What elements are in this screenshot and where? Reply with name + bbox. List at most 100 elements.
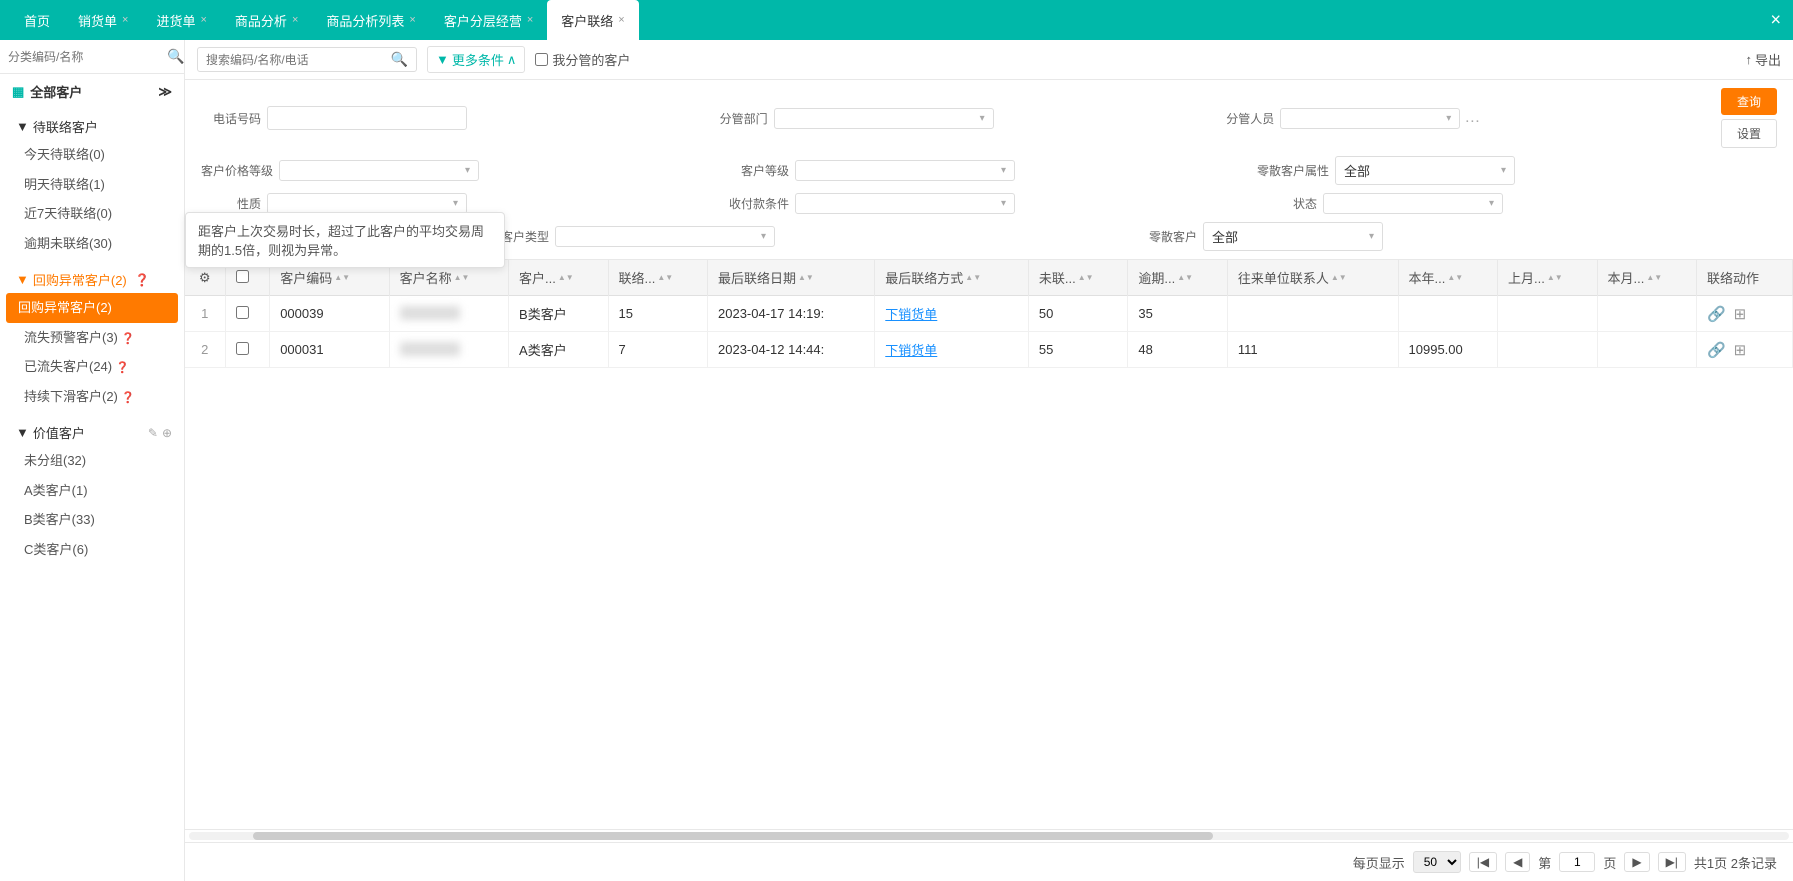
nav-item-customer-contact[interactable]: 客户联络 × <box>547 0 638 40</box>
help-icon-4[interactable]: ❓ <box>121 392 135 404</box>
nav-product-close[interactable]: × <box>292 14 298 26</box>
sidebar-item-churned[interactable]: 已流失客户(24) ❓ <box>0 352 184 382</box>
nav-product-list-close[interactable]: × <box>409 14 415 26</box>
row2-link-icon[interactable]: 🔗 <box>1707 341 1726 359</box>
sidebar-item-tomorrow[interactable]: 明天待联络(1) <box>0 170 184 200</box>
sidebar-item-declining[interactable]: 持续下滑客户(2) ❓ <box>0 382 184 412</box>
nav-item-purchase[interactable]: 进货单 × <box>142 0 220 40</box>
sidebar-item-7days[interactable]: 近7天待联络(0) <box>0 199 184 229</box>
branch-person-dots[interactable]: … <box>1464 109 1480 127</box>
row1-checkbox[interactable] <box>225 296 270 332</box>
th-unreached[interactable]: 未联... ▲▼ <box>1028 260 1127 296</box>
phone-input[interactable] <box>267 106 467 130</box>
more-filter-button[interactable]: ▼ 更多条件 ∧ <box>427 46 525 73</box>
my-customer-filter[interactable]: 我分管的客户 <box>535 50 630 69</box>
nav-purchase-close[interactable]: × <box>200 14 206 26</box>
table-settings-icon[interactable]: ⚙ <box>199 270 211 285</box>
nav-item-sales[interactable]: 销货单 × <box>64 0 142 40</box>
next-page-button[interactable]: ▶ <box>1624 852 1649 872</box>
sidebar-item-repurchase-active[interactable]: 回购异常客户(2) <box>6 293 178 323</box>
row2-last-contact-method[interactable]: 下销货单 <box>875 332 1029 368</box>
price-level-select[interactable]: ▾ <box>279 160 479 181</box>
sidebar-item-today[interactable]: 今天待联络(0) <box>0 140 184 170</box>
row2-checkbox[interactable] <box>225 332 270 368</box>
sort-customer-code[interactable]: 客户编码 ▲▼ <box>280 268 350 287</box>
row2-select[interactable] <box>236 342 249 355</box>
last-page-button[interactable]: ▶| <box>1658 852 1686 872</box>
sort-last-method[interactable]: 最后联络方式 ▲▼ <box>885 268 981 287</box>
query-button[interactable]: 查询 <box>1721 88 1777 115</box>
sidebar-item-a-class[interactable]: A类客户(1) <box>0 476 184 506</box>
branch-person-select[interactable]: ▾ <box>1280 108 1460 129</box>
sort-customer-level[interactable]: 客户... ▲▼ <box>519 268 574 287</box>
horizontal-scrollbar-area[interactable] <box>185 829 1793 842</box>
sidebar-search-icon[interactable]: 🔍 <box>167 48 184 65</box>
th-unit-contacts[interactable]: 往来单位联系人 ▲▼ <box>1227 260 1398 296</box>
help-icon-3[interactable]: ❓ <box>115 362 129 374</box>
retail-attr-select[interactable]: 全部 ▾ <box>1335 156 1515 185</box>
status-select[interactable]: ▾ <box>1323 193 1503 214</box>
row1-grid-icon[interactable]: ⊞ <box>1734 305 1747 323</box>
sort-contact-count[interactable]: 联络... ▲▼ <box>619 268 674 287</box>
nav-item-home[interactable]: 首页 <box>10 0 64 40</box>
sidebar-item-unclassified[interactable]: 未分组(32) <box>0 446 184 476</box>
nav-item-customer-segment[interactable]: 客户分层经营 × <box>430 0 547 40</box>
settings-button[interactable]: 设置 <box>1721 119 1777 148</box>
nav-segment-close[interactable]: × <box>527 14 533 26</box>
sidebar-item-c-class[interactable]: C类客户(6) <box>0 535 184 565</box>
th-last-contact-date[interactable]: 最后联络日期 ▲▼ <box>708 260 875 296</box>
nav-sales-close[interactable]: × <box>122 14 128 26</box>
hscroll-track[interactable] <box>189 832 1789 840</box>
nav-item-product-list[interactable]: 商品分析列表 × <box>312 0 429 40</box>
row1-select[interactable] <box>236 306 249 319</box>
th-last-contact-method[interactable]: 最后联络方式 ▲▼ <box>875 260 1029 296</box>
help-icon-2[interactable]: ❓ <box>121 333 135 345</box>
th-last-month[interactable]: 上月... ▲▼ <box>1498 260 1597 296</box>
customer-level-select[interactable]: ▾ <box>795 160 1015 181</box>
sidebar-item-churn-warning[interactable]: 流失预警客户(3) ❓ <box>0 323 184 353</box>
filter-search-icon[interactable]: 🔍 <box>391 51 408 68</box>
th-customer-level[interactable]: 客户... ▲▼ <box>509 260 608 296</box>
sort-this-year[interactable]: 本年... ▲▼ <box>1409 268 1464 287</box>
gender-select[interactable]: ▾ <box>267 193 467 214</box>
sidebar-item-b-class[interactable]: B类客户(33) <box>0 505 184 535</box>
hscroll-thumb[interactable] <box>253 832 1213 840</box>
my-customer-checkbox[interactable] <box>535 53 548 66</box>
prev-page-button[interactable]: ◀ <box>1505 852 1530 872</box>
sort-unreached[interactable]: 未联... ▲▼ <box>1039 268 1094 287</box>
sort-this-month[interactable]: 本月... ▲▼ <box>1608 268 1663 287</box>
row1-link-icon[interactable]: 🔗 <box>1707 305 1726 323</box>
sidebar-collapse-icon[interactable]: ≫ <box>158 84 172 100</box>
filter-search-input[interactable] <box>206 53 391 67</box>
sort-customer-name[interactable]: 客户名称 ▲▼ <box>400 268 470 287</box>
help-icon[interactable]: ❓ <box>135 273 150 287</box>
edit-icon[interactable]: ✎ <box>148 426 158 440</box>
sidebar-group-repurchase-title[interactable]: ▼ 回购异常客户(2) ❓ <box>0 266 184 293</box>
add-icon[interactable]: ⊕ <box>162 426 172 440</box>
sort-overdue[interactable]: 逾期... ▲▼ <box>1138 268 1193 287</box>
retail-customer-select[interactable]: 全部 ▾ <box>1203 222 1383 251</box>
customer-type-select[interactable]: ▾ <box>555 226 775 247</box>
sidebar-all-customers[interactable]: ▦ 全部客户 ≫ <box>0 74 184 109</box>
nav-item-product-analysis[interactable]: 商品分析 × <box>221 0 312 40</box>
sort-unit-contacts[interactable]: 往来单位联系人 ▲▼ <box>1238 268 1347 287</box>
per-page-select[interactable]: 50 <box>1413 851 1461 873</box>
window-close-button[interactable]: × <box>1770 10 1781 31</box>
row2-grid-icon[interactable]: ⊞ <box>1734 341 1747 359</box>
payment-terms-select[interactable]: ▾ <box>795 193 1015 214</box>
sort-last-date[interactable]: 最后联络日期 ▲▼ <box>718 268 814 287</box>
th-contact-count[interactable]: 联络... ▲▼ <box>608 260 707 296</box>
row1-last-contact-method[interactable]: 下销货单 <box>875 296 1029 332</box>
sidebar-item-overdue[interactable]: 逾期未联络(30) <box>0 229 184 259</box>
branch-dept-select[interactable]: ▾ <box>774 108 994 129</box>
sort-last-month[interactable]: 上月... ▲▼ <box>1508 268 1563 287</box>
th-overdue[interactable]: 逾期... ▲▼ <box>1128 260 1227 296</box>
select-all-checkbox[interactable] <box>236 270 249 283</box>
current-page-input[interactable] <box>1559 852 1595 872</box>
sidebar-search-input[interactable] <box>8 50 163 64</box>
sidebar-group-pending-title[interactable]: ▼ 待联络客户 <box>0 113 184 140</box>
th-this-year[interactable]: 本年... ▲▼ <box>1398 260 1497 296</box>
th-this-month[interactable]: 本月... ▲▼ <box>1597 260 1696 296</box>
first-page-button[interactable]: |◀ <box>1469 852 1497 872</box>
export-button[interactable]: ↑ 导出 <box>1745 50 1781 69</box>
